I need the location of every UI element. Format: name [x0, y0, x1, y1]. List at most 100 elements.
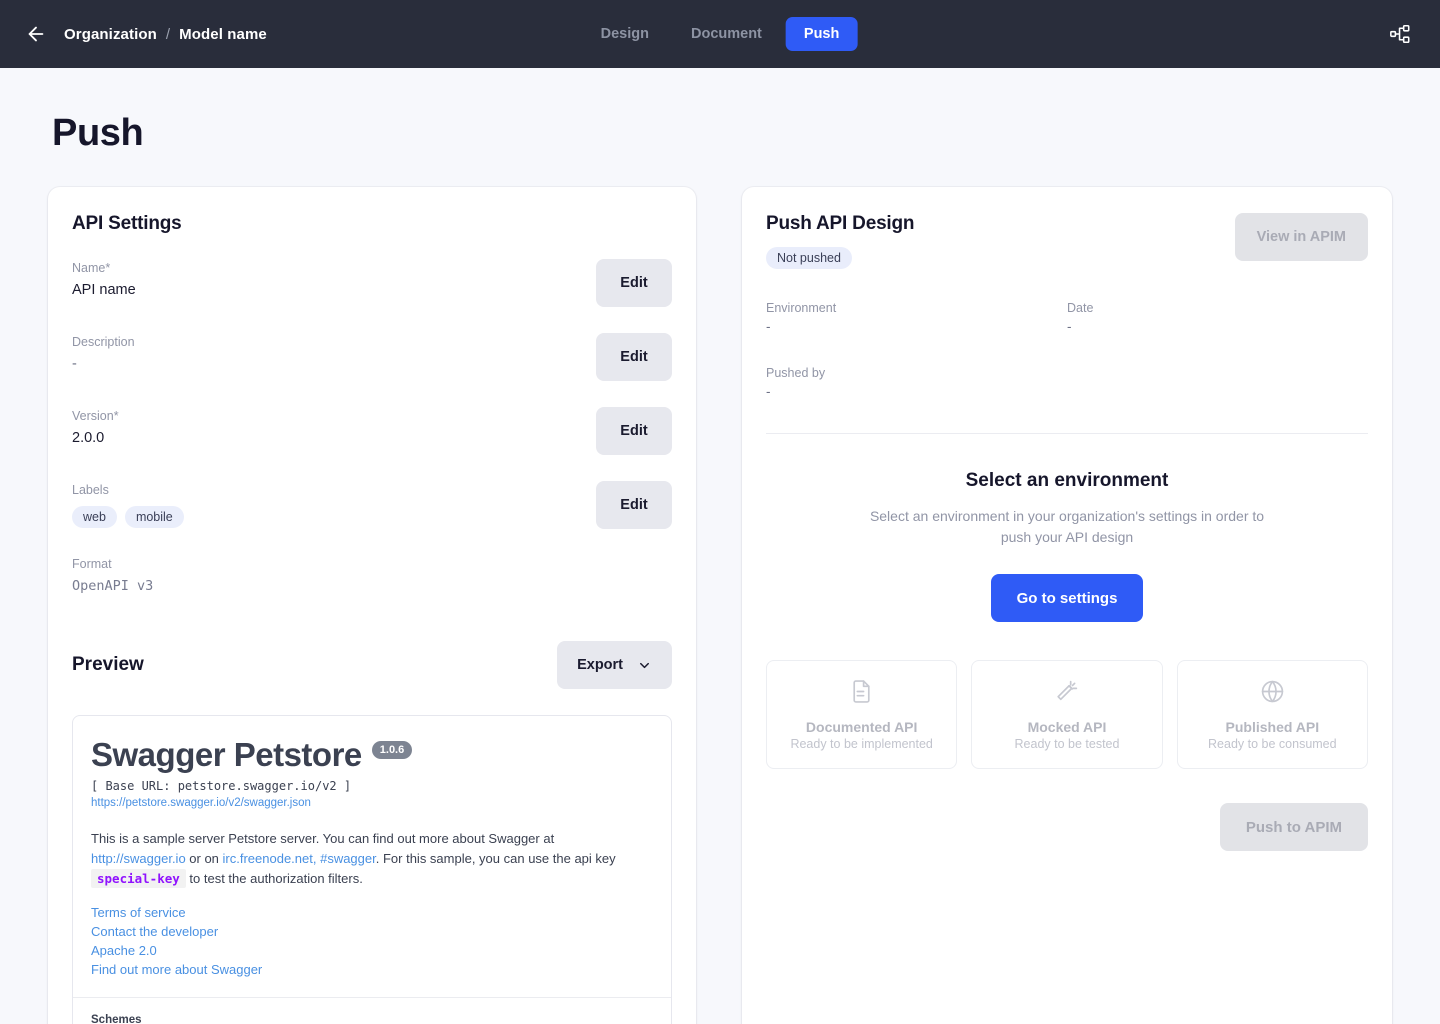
- hierarchy-icon: [1390, 24, 1410, 44]
- globe-icon: [1260, 679, 1285, 709]
- setting-value: API name: [72, 282, 136, 298]
- documented-api-card: Documented API Ready to be implemented: [766, 660, 958, 769]
- api-card-title: Published API: [1225, 718, 1320, 735]
- preview-header: Preview Export: [72, 641, 672, 689]
- setting-row-format: Format OpenAPI v3: [72, 553, 672, 617]
- meta-environment: Environment -: [766, 301, 1067, 334]
- edit-version-button[interactable]: Edit: [596, 407, 672, 455]
- swagger-base-url: [ Base URL: petstore.swagger.io/v2 ]: [91, 779, 352, 793]
- preview-title: Preview: [72, 654, 144, 675]
- meta-label: Environment: [766, 301, 837, 315]
- meta-label: Date: [1067, 301, 1094, 315]
- edit-name-button[interactable]: Edit: [596, 259, 672, 307]
- select-environment-subtitle: Select an environment in your organizati…: [869, 508, 1265, 545]
- swagger-version-badge: 1.0.6: [371, 741, 413, 759]
- swagger-preview: Swagger Petstore 1.0.6 [ Base URL: petst…: [72, 715, 672, 1024]
- api-key-code: special-key: [91, 869, 186, 888]
- push-meta-grid-2: Pushed by -: [766, 366, 1368, 399]
- api-card-title: Mocked API: [1027, 718, 1107, 735]
- setting-label: Description: [72, 335, 135, 349]
- swagger-info: Swagger Petstore 1.0.6 [ Base URL: petst…: [73, 716, 671, 997]
- setting-label: Version*: [72, 409, 119, 423]
- setting-value: OpenAPI v3: [72, 578, 154, 594]
- edit-description-button[interactable]: Edit: [596, 333, 672, 381]
- setting-value: 2.0.0: [72, 430, 105, 446]
- api-card-subtitle: Ready to be tested: [1014, 736, 1120, 751]
- hierarchy-button[interactable]: [1382, 16, 1418, 52]
- breadcrumb-organization[interactable]: Organization: [64, 26, 157, 43]
- document-icon: [849, 679, 874, 709]
- api-status-cards: Documented API Ready to be implemented M…: [766, 660, 1368, 769]
- label-chips: web mobile: [72, 506, 596, 528]
- arrow-left-icon: [28, 26, 44, 42]
- irc-freenode-link[interactable]: irc.freenode.net, #swagger: [223, 851, 376, 866]
- desc-text-2: or on: [185, 851, 223, 866]
- tab-design[interactable]: Design: [583, 17, 667, 51]
- contact-developer-link[interactable]: Contact the developer: [91, 924, 218, 939]
- select-environment-title: Select an environment: [965, 470, 1169, 491]
- push-meta-grid: Environment - Date -: [766, 301, 1368, 334]
- breadcrumb: Organization / Model name: [64, 26, 267, 43]
- breadcrumb-separator: /: [165, 25, 171, 43]
- push-panel-title: Push API Design: [766, 213, 915, 234]
- main-columns: API Settings Name* API name Edit Descrip…: [0, 155, 1440, 1024]
- desc-text-1: This is a sample server Petstore server.…: [91, 831, 555, 846]
- select-environment-block: Select an environment Select an environm…: [766, 434, 1368, 622]
- meta-label: Pushed by: [766, 366, 826, 380]
- push-footer: Push to APIM: [766, 803, 1368, 877]
- api-card-subtitle: Ready to be consumed: [1208, 736, 1337, 751]
- swagger-io-link[interactable]: http://swagger.io: [91, 851, 186, 866]
- push-header: Push API Design Not pushed View in APIM: [766, 213, 1368, 269]
- setting-row-description: Description - Edit: [72, 331, 672, 395]
- api-settings-title: API Settings: [72, 213, 182, 234]
- desc-text-3: . For this sample, you can use the api k…: [375, 851, 616, 866]
- license-link[interactable]: Apache 2.0: [91, 943, 157, 958]
- meta-value: -: [766, 319, 771, 334]
- swagger-links: Terms of service Contact the developer A…: [91, 905, 653, 977]
- nav-tabs: Design Document Push: [583, 0, 858, 68]
- api-card-title: Documented API: [805, 718, 918, 735]
- topbar-actions: [1382, 16, 1440, 52]
- api-card-subtitle: Ready to be implemented: [790, 736, 933, 751]
- setting-label: Labels: [72, 483, 109, 497]
- tab-document[interactable]: Document: [673, 17, 780, 51]
- meta-date: Date -: [1067, 301, 1368, 334]
- edit-labels-button[interactable]: Edit: [596, 481, 672, 529]
- terms-of-service-link[interactable]: Terms of service: [91, 905, 186, 920]
- top-navigation-bar: Organization / Model name Design Documen…: [0, 0, 1440, 68]
- go-to-settings-button[interactable]: Go to settings: [990, 574, 1144, 622]
- label-chip: mobile: [124, 506, 184, 528]
- find-out-more-link[interactable]: Find out more about Swagger: [91, 962, 262, 977]
- setting-row-labels: Labels web mobile Edit: [72, 479, 672, 543]
- back-button[interactable]: [16, 14, 56, 54]
- desc-text-4: to test the authorization filters.: [185, 871, 363, 886]
- swagger-schemes-bar: Schemes HTTPS Authorize: [73, 997, 671, 1024]
- swagger-description: This is a sample server Petstore server.…: [91, 829, 651, 889]
- setting-value: -: [72, 356, 77, 372]
- api-settings-card: API Settings Name* API name Edit Descrip…: [48, 187, 696, 1024]
- meta-pushed-by: Pushed by -: [766, 366, 1074, 399]
- published-api-card: Published API Ready to be consumed: [1176, 660, 1368, 769]
- swagger-json-link[interactable]: https://petstore.swagger.io/v2/swagger.j…: [91, 797, 311, 809]
- setting-label: Format: [72, 557, 112, 571]
- export-button[interactable]: Export: [557, 641, 672, 689]
- meta-value: -: [1067, 319, 1072, 334]
- schemes-group: Schemes HTTPS: [91, 1014, 204, 1024]
- swagger-title: Swagger Petstore: [91, 736, 362, 773]
- tab-push[interactable]: Push: [785, 17, 858, 51]
- export-label: Export: [577, 657, 623, 673]
- breadcrumb-model-name[interactable]: Model name: [179, 26, 267, 43]
- view-in-apim-button[interactable]: View in APIM: [1234, 213, 1368, 261]
- magic-wand-icon: [1054, 679, 1079, 709]
- api-settings-list: Name* API name Edit Description - Edit V…: [72, 257, 672, 617]
- page-title: Push: [52, 112, 144, 154]
- push-to-apim-button[interactable]: Push to APIM: [1219, 803, 1368, 851]
- chevron-down-icon: [640, 662, 649, 668]
- setting-row-version: Version* 2.0.0 Edit: [72, 405, 672, 469]
- label-chip: web: [72, 506, 117, 528]
- status-badge: Not pushed: [766, 247, 852, 269]
- mocked-api-card: Mocked API Ready to be tested: [971, 660, 1163, 769]
- push-header-text: Push API Design Not pushed: [766, 213, 915, 269]
- schemes-label: Schemes: [91, 1014, 142, 1024]
- push-api-design-card: Push API Design Not pushed View in APIM …: [742, 187, 1392, 1024]
